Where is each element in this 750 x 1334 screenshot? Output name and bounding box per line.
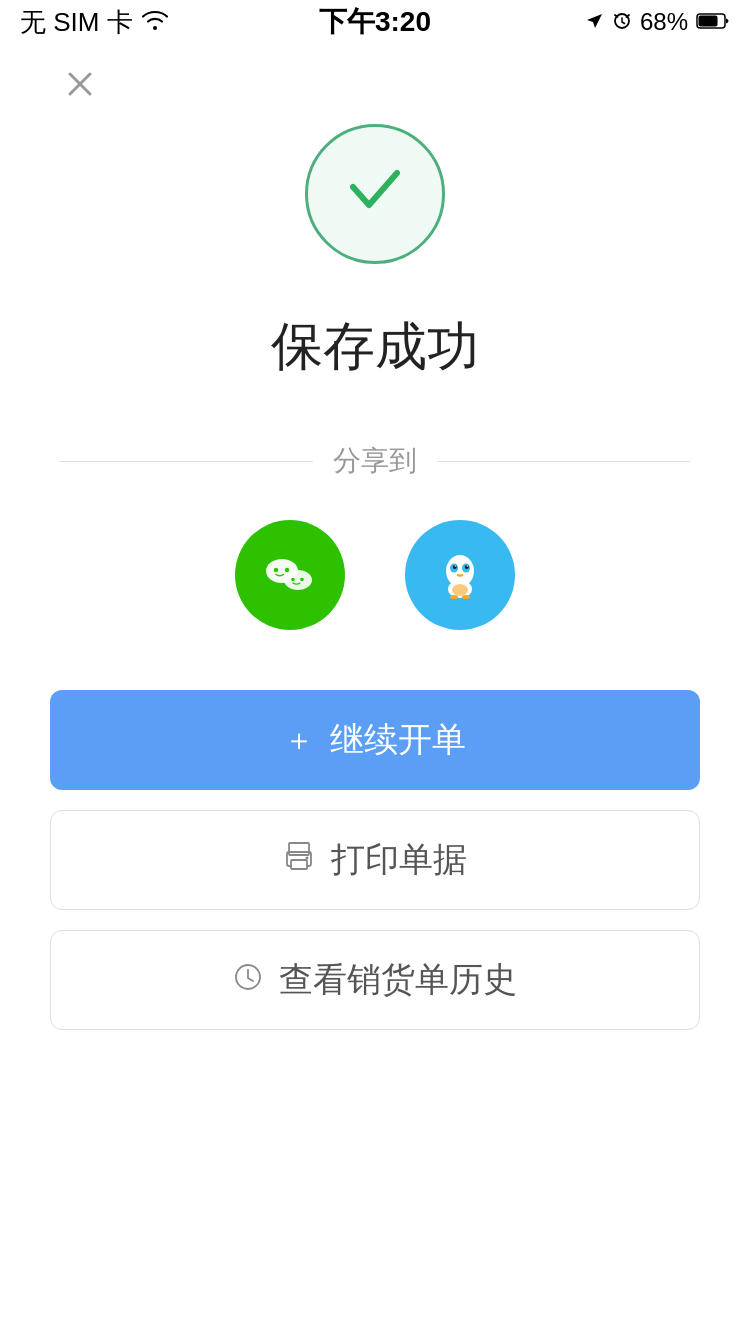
action-buttons: ＋ 继续开单 打印单据 查看销货单历史 (0, 690, 750, 1030)
share-icons (235, 520, 515, 630)
clock-icon (233, 962, 263, 999)
qq-share-button[interactable] (405, 520, 515, 630)
share-label: 分享到 (333, 442, 417, 480)
share-section: 分享到 (0, 442, 750, 630)
svg-point-19 (452, 584, 468, 596)
status-bar: 无 SIM 卡 下午3:20 68% (0, 0, 750, 44)
divider-left (60, 461, 313, 462)
svg-point-16 (455, 565, 457, 567)
wifi-icon (141, 8, 169, 36)
svg-point-7 (284, 567, 288, 571)
svg-point-17 (467, 565, 469, 567)
svg-rect-2 (699, 16, 718, 27)
history-label: 查看销货单历史 (279, 957, 517, 1003)
status-time: 下午3:20 (319, 3, 431, 41)
battery-label: 68% (640, 8, 688, 36)
svg-point-21 (462, 595, 470, 599)
success-title: 保存成功 (271, 312, 479, 382)
svg-point-25 (306, 856, 309, 859)
history-button[interactable]: 查看销货单历史 (50, 930, 700, 1030)
continue-label: 继续开单 (330, 717, 466, 763)
print-button[interactable]: 打印单据 (50, 810, 700, 910)
continue-button[interactable]: ＋ 继续开单 (50, 690, 700, 790)
alarm-icon (612, 8, 632, 36)
wechat-share-button[interactable] (235, 520, 345, 630)
svg-point-20 (450, 595, 458, 599)
svg-point-8 (284, 570, 312, 590)
print-label: 打印单据 (331, 837, 467, 883)
svg-rect-24 (291, 860, 307, 869)
svg-point-9 (291, 577, 295, 581)
status-left: 无 SIM 卡 (20, 5, 169, 40)
success-indicator (305, 124, 445, 264)
main-content: 保存成功 分享到 (0, 44, 750, 1030)
svg-rect-22 (289, 843, 309, 855)
battery-icon (696, 8, 730, 36)
checkmark-icon (339, 151, 411, 234)
share-divider: 分享到 (0, 442, 750, 480)
svg-point-6 (273, 567, 277, 571)
print-icon (283, 842, 315, 879)
location-icon (586, 8, 604, 36)
close-button[interactable] (50, 54, 110, 114)
sim-label: 无 SIM 卡 (20, 5, 133, 40)
divider-right (437, 461, 690, 462)
svg-point-10 (300, 577, 304, 581)
status-right: 68% (586, 8, 730, 36)
plus-icon: ＋ (284, 720, 314, 761)
